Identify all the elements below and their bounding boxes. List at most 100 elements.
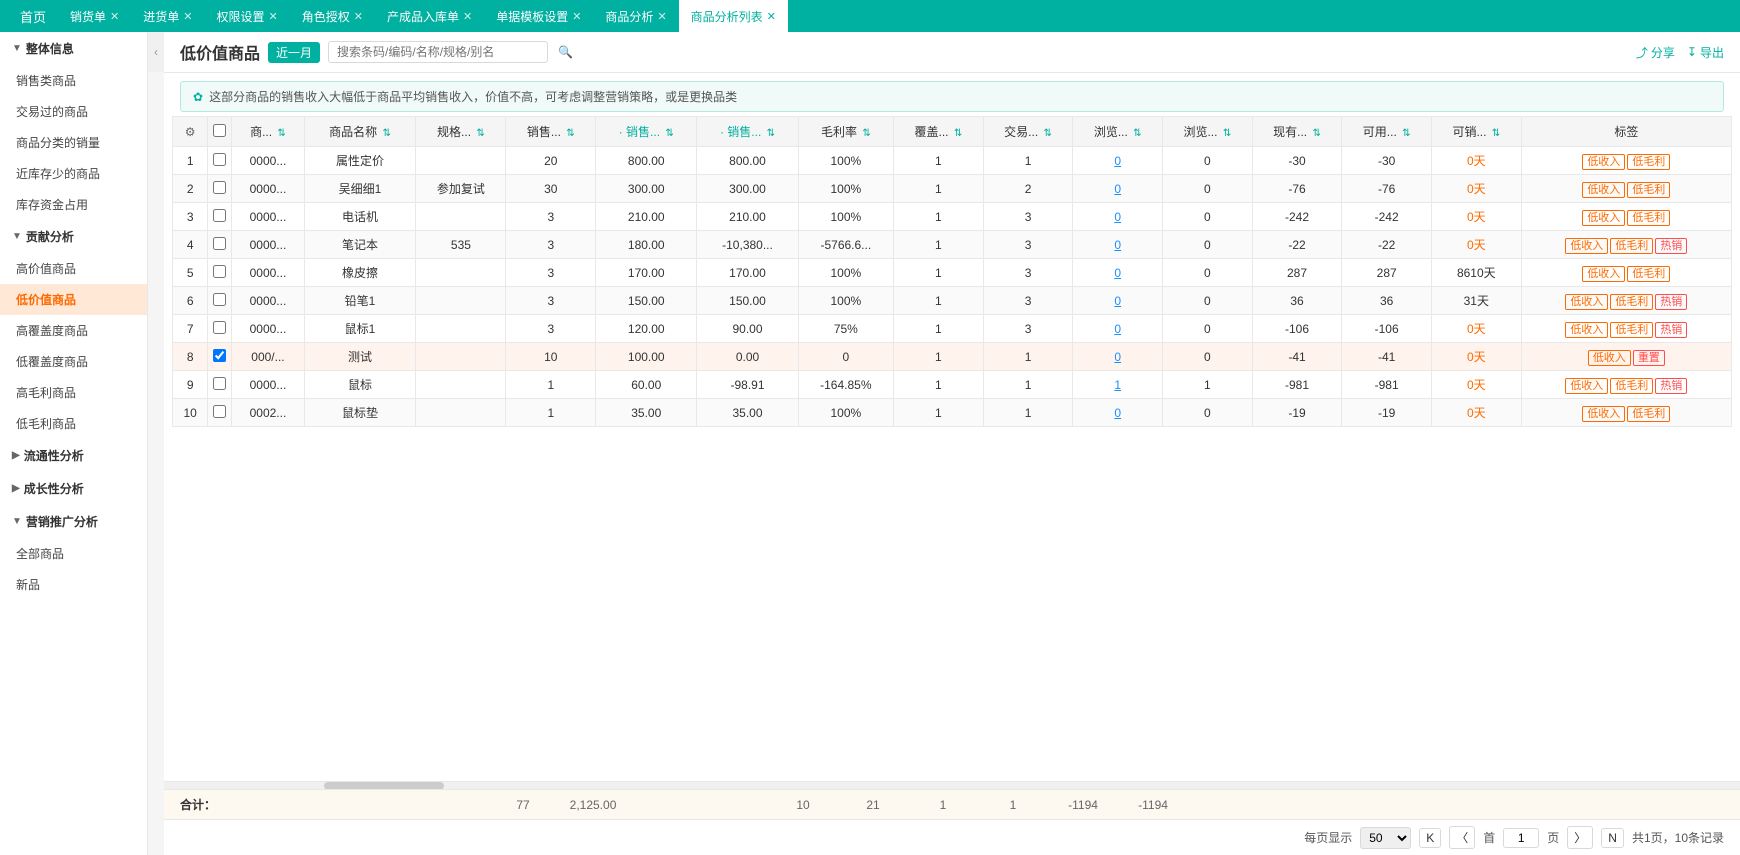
nav-close-analysis[interactable]: ✕ bbox=[657, 10, 666, 23]
sidebar-item-low-coverage[interactable]: 低覆盖度商品 bbox=[0, 346, 147, 377]
cell-checkbox[interactable] bbox=[208, 203, 232, 231]
sort-icon-cover[interactable]: ⇅ bbox=[954, 128, 962, 139]
sidebar-item-all-products[interactable]: 全部商品 bbox=[0, 538, 147, 569]
sort-icon-sale1[interactable]: ⇅ bbox=[566, 128, 574, 139]
sidebar-group-liquidity[interactable]: ▶ 流通性分析 bbox=[0, 439, 147, 472]
nav-sales[interactable]: 销货单 ✕ bbox=[58, 0, 131, 32]
prev-page-button[interactable]: 〈 bbox=[1449, 826, 1475, 849]
cell-checkbox[interactable] bbox=[208, 175, 232, 203]
sidebar-item-high-coverage[interactable]: 高覆盖度商品 bbox=[0, 315, 147, 346]
sort-icon-saleable[interactable]: ⇅ bbox=[1492, 128, 1500, 139]
sidebar-item-high-value[interactable]: 高价值商品 bbox=[0, 253, 147, 284]
view1-link[interactable]: 1 bbox=[1114, 378, 1121, 392]
cell-view1[interactable]: 0 bbox=[1073, 259, 1163, 287]
filter-button[interactable]: 近一月 bbox=[268, 42, 320, 63]
cell-checkbox[interactable] bbox=[208, 371, 232, 399]
row-checkbox[interactable] bbox=[213, 349, 226, 362]
search-input[interactable] bbox=[328, 41, 548, 63]
sidebar-group-growth[interactable]: ▶ 成长性分析 bbox=[0, 472, 147, 505]
cell-view1[interactable]: 0 bbox=[1073, 231, 1163, 259]
scrollbar-area[interactable] bbox=[164, 781, 1740, 789]
cell-checkbox[interactable] bbox=[208, 315, 232, 343]
sort-icon-gross[interactable]: ⇅ bbox=[862, 128, 870, 139]
sidebar-group-marketing[interactable]: ▼ 营销推广分析 bbox=[0, 505, 147, 538]
sidebar-item-low-margin[interactable]: 低毛利商品 bbox=[0, 408, 147, 439]
cell-view1[interactable]: 0 bbox=[1073, 399, 1163, 427]
per-page-select[interactable]: 50 100 200 bbox=[1360, 827, 1411, 849]
cell-view1[interactable]: 0 bbox=[1073, 175, 1163, 203]
cell-checkbox[interactable] bbox=[208, 231, 232, 259]
nav-close-sales[interactable]: ✕ bbox=[110, 10, 119, 23]
sidebar-item-low-stock[interactable]: 近库存少的商品 bbox=[0, 158, 147, 189]
sort-icon-sale2[interactable]: ⇅ bbox=[665, 128, 673, 139]
th-gear[interactable]: ⚙ bbox=[173, 117, 208, 147]
cell-view1[interactable]: 0 bbox=[1073, 315, 1163, 343]
sort-icon-code[interactable]: ⇅ bbox=[277, 128, 285, 139]
cell-checkbox[interactable] bbox=[208, 343, 232, 371]
view1-link[interactable]: 0 bbox=[1114, 154, 1121, 168]
row-checkbox[interactable] bbox=[213, 153, 226, 166]
view1-link[interactable]: 0 bbox=[1114, 406, 1121, 420]
sort-icon-view2[interactable]: ⇅ bbox=[1223, 128, 1231, 139]
sidebar-item-high-margin[interactable]: 高毛利商品 bbox=[0, 377, 147, 408]
cell-checkbox[interactable] bbox=[208, 259, 232, 287]
view1-link[interactable]: 0 bbox=[1114, 210, 1121, 224]
sidebar-group-contribution[interactable]: ▼ 贡献分析 bbox=[0, 220, 147, 253]
nav-close-permission[interactable]: ✕ bbox=[269, 10, 278, 23]
sidebar-collapse-button[interactable]: ‹ bbox=[148, 32, 164, 72]
view1-link[interactable]: 0 bbox=[1114, 266, 1121, 280]
share-button[interactable]: ⤴ 分享 bbox=[1636, 44, 1675, 61]
nav-permission[interactable]: 权限设置 ✕ bbox=[204, 0, 289, 32]
nav-analysis[interactable]: 商品分析 ✕ bbox=[593, 0, 678, 32]
sort-icon-name[interactable]: ⇅ bbox=[382, 128, 390, 139]
sidebar-item-traded[interactable]: 交易过的商品 bbox=[0, 96, 147, 127]
nav-inventory[interactable]: 产成品入库单 ✕ bbox=[375, 0, 484, 32]
sort-icon-spec[interactable]: ⇅ bbox=[476, 128, 484, 139]
cell-checkbox[interactable] bbox=[208, 399, 232, 427]
view1-link[interactable]: 0 bbox=[1114, 350, 1121, 364]
cell-view1[interactable]: 0 bbox=[1073, 343, 1163, 371]
sort-icon-trade[interactable]: ⇅ bbox=[1044, 128, 1052, 139]
sidebar-item-low-value[interactable]: 低价值商品 bbox=[0, 284, 147, 315]
row-checkbox[interactable] bbox=[213, 209, 226, 222]
nav-home[interactable]: 首页 bbox=[8, 0, 58, 32]
sort-icon-sale3[interactable]: ⇅ bbox=[767, 128, 775, 139]
nav-close-role[interactable]: ✕ bbox=[354, 10, 363, 23]
row-checkbox[interactable] bbox=[213, 181, 226, 194]
export-button[interactable]: ↧ 导出 bbox=[1687, 44, 1724, 61]
nav-template[interactable]: 单据模板设置 ✕ bbox=[484, 0, 593, 32]
row-checkbox[interactable] bbox=[213, 405, 226, 418]
row-checkbox[interactable] bbox=[213, 237, 226, 250]
nav-close-purchase[interactable]: ✕ bbox=[183, 10, 192, 23]
nav-role[interactable]: 角色授权 ✕ bbox=[290, 0, 375, 32]
sidebar-item-stock-funds[interactable]: 库存资金占用 bbox=[0, 189, 147, 220]
th-checkbox[interactable] bbox=[208, 117, 232, 147]
gear-icon[interactable]: ⚙ bbox=[185, 125, 196, 139]
view1-link[interactable]: 0 bbox=[1114, 322, 1121, 336]
page-number-input[interactable] bbox=[1503, 828, 1539, 848]
nav-close-template[interactable]: ✕ bbox=[572, 10, 581, 23]
sort-icon-stock[interactable]: ⇅ bbox=[1312, 128, 1320, 139]
row-checkbox[interactable] bbox=[213, 377, 226, 390]
first-page-button[interactable]: K bbox=[1419, 828, 1441, 848]
sort-icon-view1[interactable]: ⇅ bbox=[1133, 128, 1141, 139]
cell-view1[interactable]: 1 bbox=[1073, 371, 1163, 399]
cell-checkbox[interactable] bbox=[208, 287, 232, 315]
sidebar-item-sales-products[interactable]: 销售类商品 bbox=[0, 65, 147, 96]
select-all-checkbox[interactable] bbox=[213, 124, 226, 137]
nav-close-analysis-list[interactable]: ✕ bbox=[767, 10, 776, 23]
cell-view1[interactable]: 0 bbox=[1073, 287, 1163, 315]
sidebar-item-new-products[interactable]: 新品 bbox=[0, 569, 147, 600]
next-page-button[interactable]: 〉 bbox=[1567, 826, 1593, 849]
sidebar-group-overall[interactable]: ▼ 整体信息 bbox=[0, 32, 147, 65]
view1-link[interactable]: 0 bbox=[1114, 238, 1121, 252]
row-checkbox[interactable] bbox=[213, 321, 226, 334]
row-checkbox[interactable] bbox=[213, 265, 226, 278]
last-page-button[interactable]: N bbox=[1601, 828, 1624, 848]
row-checkbox[interactable] bbox=[213, 293, 226, 306]
nav-close-inventory[interactable]: ✕ bbox=[463, 10, 472, 23]
cell-view1[interactable]: 0 bbox=[1073, 147, 1163, 175]
cell-checkbox[interactable] bbox=[208, 147, 232, 175]
nav-purchase[interactable]: 进货单 ✕ bbox=[131, 0, 204, 32]
cell-view1[interactable]: 0 bbox=[1073, 203, 1163, 231]
